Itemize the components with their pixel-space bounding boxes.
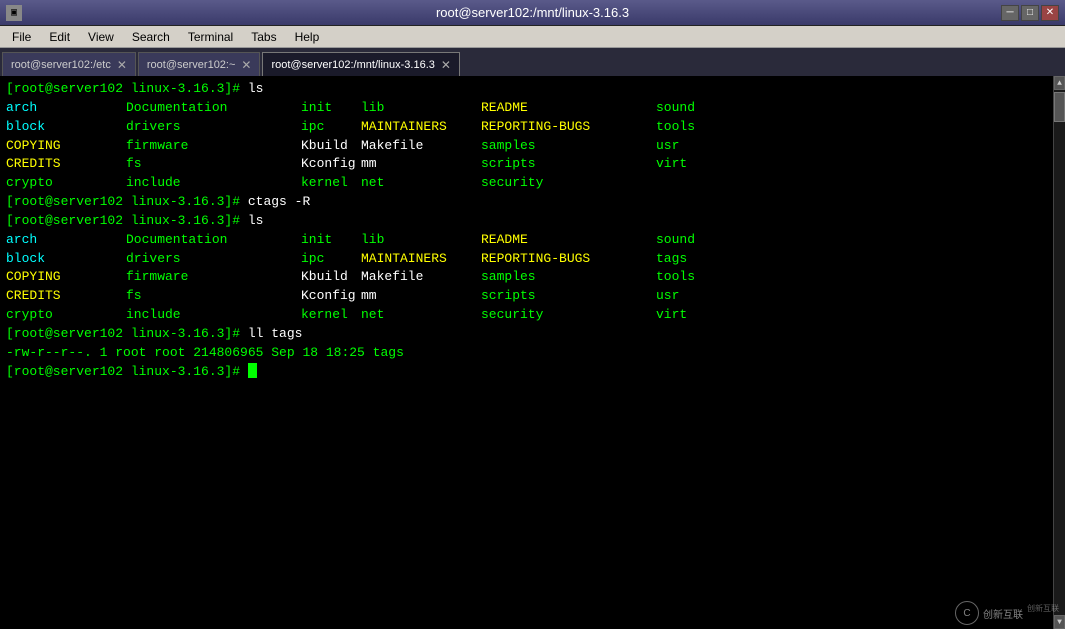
tab-bar: root@server102:/etc ✕ root@server102:~ ✕… <box>0 48 1065 76</box>
ls-row: CREDITSfsKconfigmmscriptsvirt <box>6 155 1047 174</box>
watermark-logo: C <box>955 601 979 625</box>
menu-search[interactable]: Search <box>124 28 178 46</box>
watermark: C 创新互联 创新互联 <box>955 601 1059 625</box>
terminal-wrapper: [root@server102 linux-3.16.3]# lsarchDoc… <box>0 76 1065 629</box>
close-button[interactable]: ✕ <box>1041 5 1059 21</box>
menu-tabs[interactable]: Tabs <box>243 28 284 46</box>
scrollbar[interactable]: ▲ ▼ <box>1053 76 1065 629</box>
menu-edit[interactable]: Edit <box>41 28 78 46</box>
tab-2[interactable]: root@server102:/mnt/linux-3.16.3 ✕ <box>262 52 459 76</box>
ls-row: blockdriversipcMAINTAINERSREPORTING-BUGS… <box>6 118 1047 137</box>
tab-0-close[interactable]: ✕ <box>117 58 127 72</box>
tab-2-close[interactable]: ✕ <box>441 58 451 72</box>
scrollbar-thumb[interactable] <box>1054 92 1065 122</box>
menu-help[interactable]: Help <box>287 28 328 46</box>
terminal-line: [root@server102 linux-3.16.3]# ls <box>6 80 1047 99</box>
ls-row: blockdriversipcMAINTAINERSREPORTING-BUGS… <box>6 250 1047 269</box>
maximize-button[interactable]: □ <box>1021 5 1039 21</box>
tab-1-label: root@server102:~ <box>147 59 236 71</box>
tab-2-label: root@server102:/mnt/linux-3.16.3 <box>271 59 434 71</box>
menu-bar: File Edit View Search Terminal Tabs Help <box>0 26 1065 48</box>
prompt-cursor-line: [root@server102 linux-3.16.3]# <box>6 363 1047 382</box>
title-bar-left: ▣ <box>6 5 22 21</box>
scrollbar-track[interactable] <box>1054 90 1065 615</box>
ls-row: COPYINGfirmwareKbuildMakefilesamplestool… <box>6 268 1047 287</box>
app-icon: ▣ <box>6 5 22 21</box>
tab-0[interactable]: root@server102:/etc ✕ <box>2 52 136 76</box>
ls-row: archDocumentationinitlibREADMEsound <box>6 99 1047 118</box>
watermark-circle-text: C <box>963 608 970 619</box>
watermark-subtitle: 创新互联 <box>1027 603 1059 614</box>
title-bar: ▣ root@server102:/mnt/linux-3.16.3 ─ □ ✕ <box>0 0 1065 26</box>
tab-1-close[interactable]: ✕ <box>241 58 251 72</box>
tab-0-label: root@server102:/etc <box>11 59 111 71</box>
menu-view[interactable]: View <box>80 28 122 46</box>
ls-row: archDocumentationinitlibREADMEsound <box>6 231 1047 250</box>
terminal-line: [root@server102 linux-3.16.3]# ls <box>6 212 1047 231</box>
scroll-up-button[interactable]: ▲ <box>1054 76 1065 90</box>
terminal[interactable]: [root@server102 linux-3.16.3]# lsarchDoc… <box>0 76 1053 629</box>
terminal-line: [root@server102 linux-3.16.3]# ctags -R <box>6 193 1047 212</box>
ls-row: cryptoincludekernelnetsecurityvirt <box>6 306 1047 325</box>
watermark-text: 创新互联 <box>983 606 1023 621</box>
menu-terminal[interactable]: Terminal <box>180 28 241 46</box>
tab-1[interactable]: root@server102:~ ✕ <box>138 52 261 76</box>
title-bar-title: root@server102:/mnt/linux-3.16.3 <box>436 5 629 20</box>
title-bar-controls: ─ □ ✕ <box>1001 5 1059 21</box>
terminal-line: [root@server102 linux-3.16.3]# ll tags <box>6 325 1047 344</box>
ls-row: cryptoincludekernelnetsecurity <box>6 174 1047 193</box>
ls-row: COPYINGfirmwareKbuildMakefilesamplesusr <box>6 137 1047 156</box>
file-info-line: -rw-r--r--. 1 root root 214806965 Sep 18… <box>6 344 1047 363</box>
ls-row: CREDITSfsKconfigmmscriptsusr <box>6 287 1047 306</box>
menu-file[interactable]: File <box>4 28 39 46</box>
minimize-button[interactable]: ─ <box>1001 5 1019 21</box>
